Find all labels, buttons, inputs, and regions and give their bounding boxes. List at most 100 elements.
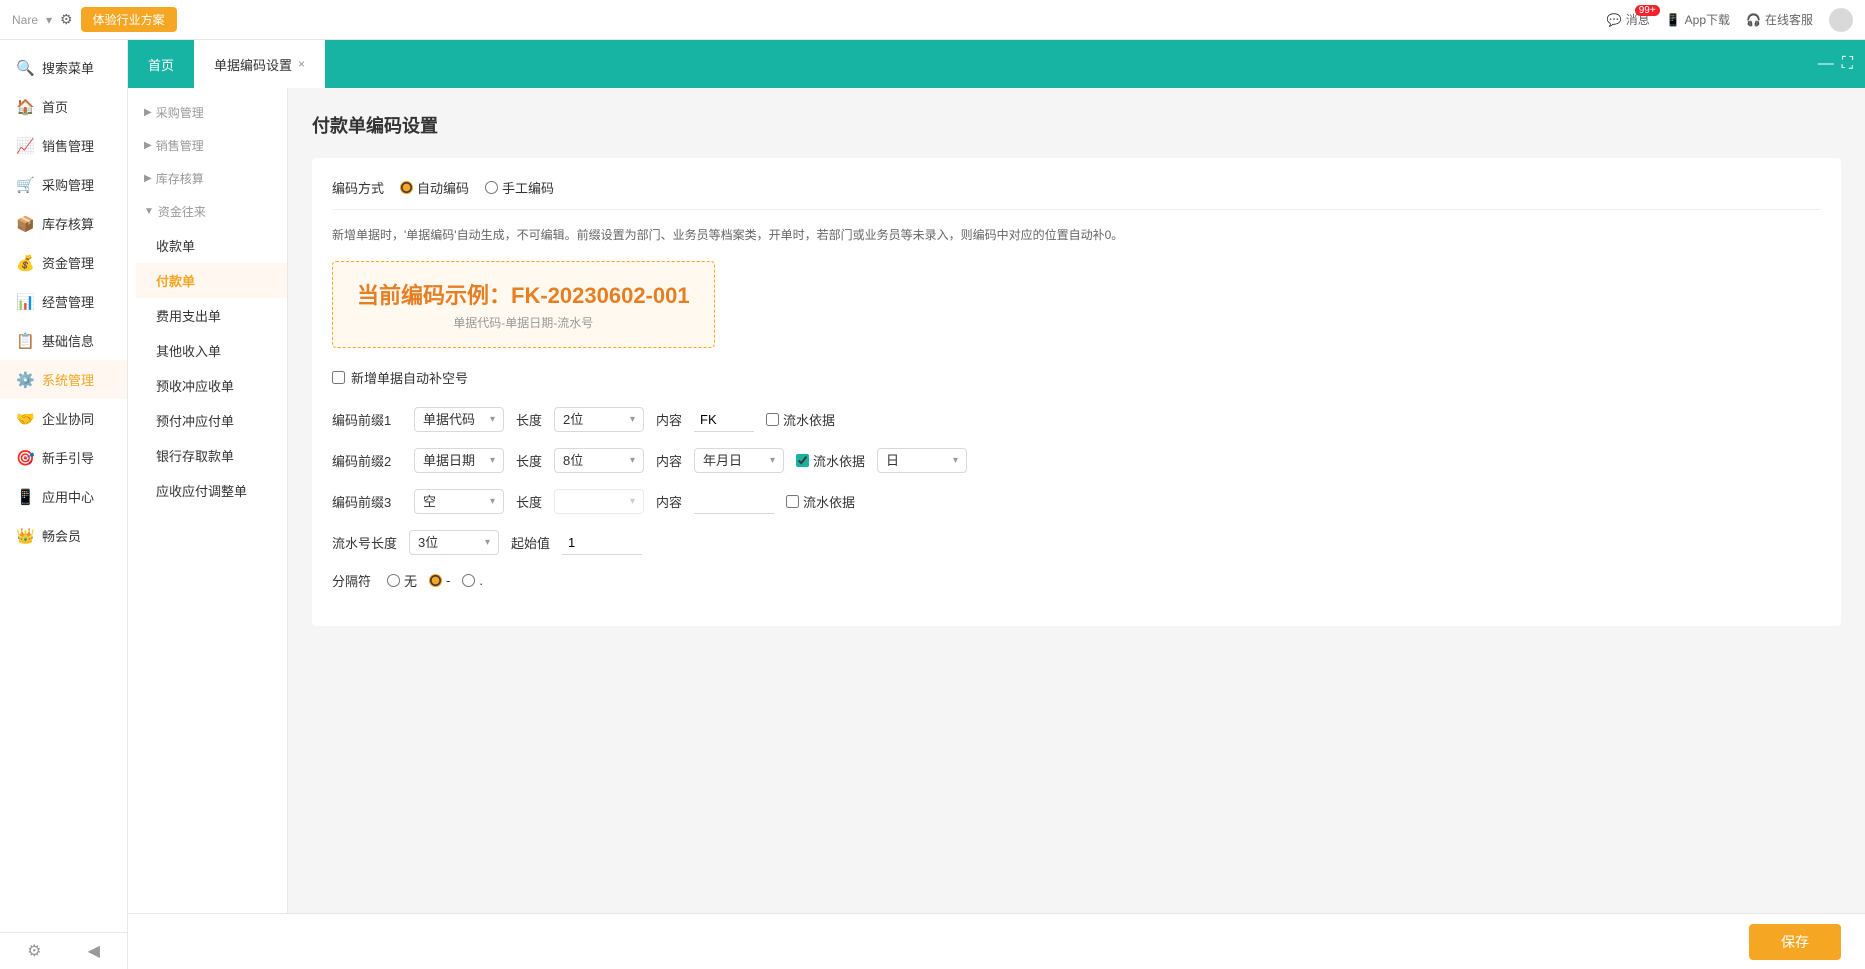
prefix1-serial-input[interactable] xyxy=(766,413,779,426)
prefix3-select-input[interactable]: 空 单据代码 部门 业务员 xyxy=(423,494,486,509)
sidebar-item-search[interactable]: 🔍 搜索菜单 xyxy=(0,48,127,87)
radio-auto-label: 自动编码 xyxy=(417,178,469,197)
prefix3-serial-input[interactable] xyxy=(786,495,799,508)
menu-group-finance[interactable]: ▼ 资金往来 xyxy=(128,195,287,228)
radio-auto-input[interactable] xyxy=(400,181,413,194)
prefix2-content-select-input[interactable]: 年月日 年月 年 月日 xyxy=(703,453,766,468)
prefix2-label: 编码前缀2 xyxy=(332,451,402,470)
caret-icon: ▶ xyxy=(144,173,152,184)
prefix1-serial-checkbox[interactable]: 流水依据 xyxy=(766,410,835,429)
prefix1-content-input[interactable] xyxy=(694,408,754,432)
message-button[interactable]: 💬 消息 99+ xyxy=(1607,11,1650,28)
auto-fill-checkbox[interactable] xyxy=(332,371,345,384)
prefix2-select-input[interactable]: 单据日期 部门 业务员 空 xyxy=(423,453,486,468)
radio-auto-encode[interactable]: 自动编码 xyxy=(400,178,469,197)
sidebar-item-enterprise[interactable]: 🤝 企业协同 xyxy=(0,399,127,438)
auto-fill-row: 新增单据自动补空号 xyxy=(332,368,1821,387)
sep-none-radio[interactable]: 无 xyxy=(387,571,417,590)
fullscreen-icon[interactable]: ⛶ xyxy=(1842,55,1853,73)
sidebar-item-basic[interactable]: 📋 基础信息 xyxy=(0,321,127,360)
prefix3-serial-checkbox[interactable]: 流水依据 xyxy=(786,492,855,511)
inner-layout: ▶ 采购管理 ▶ 销售管理 ▶ 库存核算 ▼ 资金往来 收款单 xyxy=(128,88,1865,913)
sidebar-item-finance[interactable]: 💰 资金管理 xyxy=(0,243,127,282)
prefix2-content-select[interactable]: 年月日 年月 年 月日 ▾ xyxy=(694,448,784,473)
prefix3-length-select[interactable]: ▾ xyxy=(554,489,644,514)
tab-bar: 首页 单据编码设置 × — ⛶ xyxy=(128,40,1865,88)
avatar[interactable] xyxy=(1829,8,1853,32)
menu-group-sales[interactable]: ▶ 销售管理 xyxy=(128,129,287,162)
tab-home-label: 首页 xyxy=(148,55,174,74)
minimize-icon[interactable]: — xyxy=(1818,55,1834,73)
sep-dot-radio[interactable]: . xyxy=(462,573,483,588)
prefix1-serial-label: 流水依据 xyxy=(783,410,835,429)
sidebar-item-operation[interactable]: 📊 经营管理 xyxy=(0,282,127,321)
sidebar-settings-icon[interactable]: ⚙ xyxy=(27,941,41,961)
sidebar-item-sales[interactable]: 📈 销售管理 xyxy=(0,126,127,165)
menu-group-purchase[interactable]: ▶ 采购管理 xyxy=(128,96,287,129)
tab-close-icon[interactable]: × xyxy=(298,57,305,71)
menu-item-expense[interactable]: 费用支出单 xyxy=(136,298,287,333)
prefix3-content-label: 内容 xyxy=(656,492,682,511)
menu-item-prepay-pay[interactable]: 预付冲应付单 xyxy=(136,403,287,438)
menu-group-label: 销售管理 xyxy=(156,137,204,154)
menu-item-other-income[interactable]: 其他收入单 xyxy=(136,333,287,368)
sidebar-item-home[interactable]: 🏠 首页 xyxy=(0,87,127,126)
sep-none-input[interactable] xyxy=(387,574,400,587)
radio-manual-encode[interactable]: 手工编码 xyxy=(485,178,554,197)
sep-dot-input[interactable] xyxy=(462,574,475,587)
online-service-button[interactable]: 🎧 在线客服 xyxy=(1746,11,1813,28)
sidebar-item-inventory[interactable]: 📦 库存核算 xyxy=(0,204,127,243)
save-button[interactable]: 保存 xyxy=(1749,924,1841,960)
tab-home[interactable]: 首页 xyxy=(128,40,194,88)
dropdown-arrow-icon[interactable]: ▾ xyxy=(46,13,52,27)
bottom-bar: 保存 xyxy=(128,913,1865,969)
prefix3-content-input[interactable] xyxy=(694,490,774,514)
sidebar-item-system[interactable]: ⚙️ 系统管理 xyxy=(0,360,127,399)
sidebar-item-member[interactable]: 👑 畅会员 xyxy=(0,516,127,555)
sep-dash-radio[interactable]: - xyxy=(429,573,450,588)
menu-item-payment[interactable]: 付款单 xyxy=(136,263,287,298)
menu-item-adjust[interactable]: 应收应付调整单 xyxy=(136,473,287,508)
menu-item-prepay-recv[interactable]: 预收冲应收单 xyxy=(136,368,287,403)
sidebar-item-apps[interactable]: 📱 应用中心 xyxy=(0,477,127,516)
app-download-button[interactable]: 📱 App下载 xyxy=(1666,11,1730,28)
prefix2-day-select[interactable]: 日 月 年 ▾ xyxy=(877,448,967,473)
menu-item-label: 费用支出单 xyxy=(156,306,221,325)
search-icon: 🔍 xyxy=(16,59,34,77)
prefix3-select[interactable]: 空 单据代码 部门 业务员 ▾ xyxy=(414,489,504,514)
tab-current[interactable]: 单据编码设置 × xyxy=(194,40,325,88)
tab-current-label: 单据编码设置 xyxy=(214,55,292,74)
prefix2-serial-checkbox[interactable]: 流水依据 xyxy=(796,451,865,470)
menu-item-bank[interactable]: 银行存取款单 xyxy=(136,438,287,473)
prefix2-length-select[interactable]: 8位 4位 6位 ▾ xyxy=(554,448,644,473)
sidebar-item-purchase[interactable]: 🛒 采购管理 xyxy=(0,165,127,204)
prefix2-select[interactable]: 单据日期 部门 业务员 空 ▾ xyxy=(414,448,504,473)
menu-item-label: 收款单 xyxy=(156,236,195,255)
prefix1-length-select-input[interactable]: 2位 3位 4位 xyxy=(563,412,626,427)
sep-dash-input[interactable] xyxy=(429,574,442,587)
sidebar-collapse-icon[interactable]: ◀ xyxy=(88,941,100,961)
main-layout: 🔍 搜索菜单 🏠 首页 📈 销售管理 🛒 采购管理 📦 库存核算 💰 资 xyxy=(0,40,1865,969)
menu-item-receipt[interactable]: 收款单 xyxy=(136,228,287,263)
sidebar-item-newbie[interactable]: 🎯 新手引导 xyxy=(0,438,127,477)
chevron-down-icon: ▾ xyxy=(953,455,958,466)
prefix2-serial-input[interactable] xyxy=(796,454,809,467)
prefix1-select-input[interactable]: 单据代码 部门 业务员 空 xyxy=(423,412,486,427)
chevron-down-icon: ▾ xyxy=(490,455,495,466)
prefix1-length-select[interactable]: 2位 3位 4位 ▾ xyxy=(554,407,644,432)
serial-length-select[interactable]: 3位 4位 5位 6位 ▾ xyxy=(409,530,499,555)
trial-button[interactable]: 体验行业方案 xyxy=(81,7,177,32)
menu-group-inventory[interactable]: ▶ 库存核算 xyxy=(128,162,287,195)
serial-length-select-input[interactable]: 3位 4位 5位 6位 xyxy=(418,535,481,550)
prefix1-select[interactable]: 单据代码 部门 业务员 空 ▾ xyxy=(414,407,504,432)
settings-icon[interactable]: ⚙ xyxy=(60,11,73,28)
sidebar-item-label: 资金管理 xyxy=(42,253,94,272)
serial-length-label: 流水号长度 xyxy=(332,533,397,552)
home-icon: 🏠 xyxy=(16,98,34,116)
separator-label: 分隔符 xyxy=(332,571,371,590)
prefix3-length-select-input[interactable] xyxy=(563,494,626,509)
radio-manual-input[interactable] xyxy=(485,181,498,194)
serial-start-input[interactable] xyxy=(562,531,642,555)
prefix2-day-select-input[interactable]: 日 月 年 xyxy=(886,453,949,468)
prefix2-length-select-input[interactable]: 8位 4位 6位 xyxy=(563,453,626,468)
